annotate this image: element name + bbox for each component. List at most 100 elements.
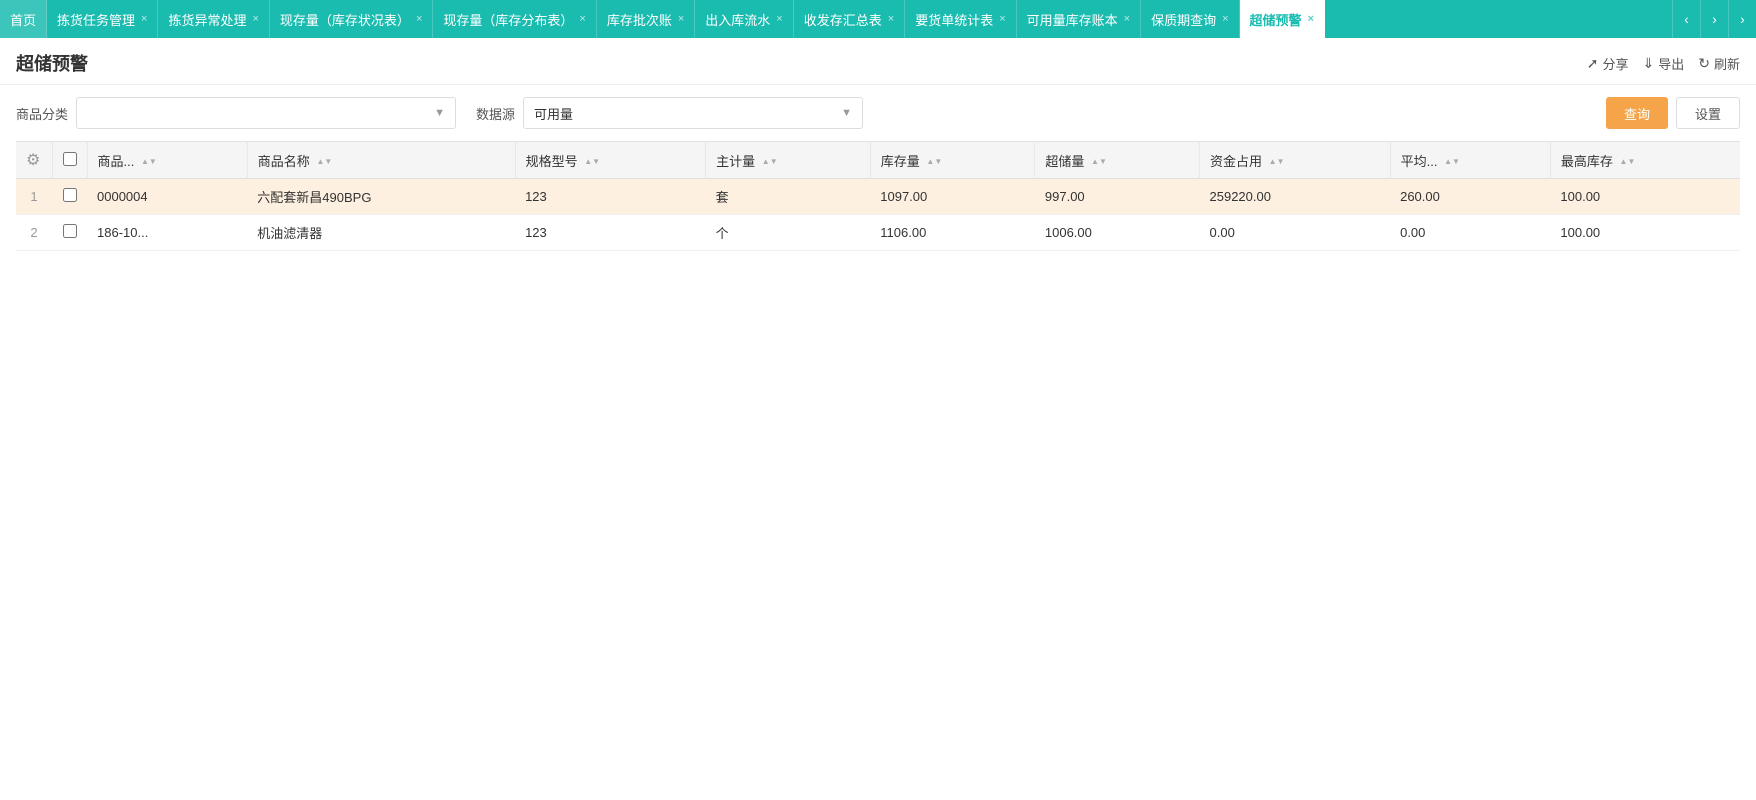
sort-capital-icon[interactable]: ▲▼ xyxy=(1269,158,1285,166)
col-max: 最高库存 ▲▼ xyxy=(1550,142,1740,179)
col-stock: 库存量 ▲▼ xyxy=(870,142,1035,179)
page-header: 超储预警 ➚ 分享 ⇓ 导出 ↻ 刷新 xyxy=(0,38,1756,85)
col-code: 商品... ▲▼ xyxy=(87,142,247,179)
row-over-0: 997.00 xyxy=(1035,179,1200,215)
nav-tab-1[interactable]: 拣货任务管理× xyxy=(47,0,158,38)
row-code-0: 0000004 xyxy=(87,179,247,215)
row-spec-0: 123 xyxy=(515,179,706,215)
col-spec: 规格型号 ▲▼ xyxy=(515,142,706,179)
row-stock-0: 1097.00 xyxy=(870,179,1035,215)
nav-tab-close-7[interactable]: × xyxy=(888,13,894,25)
table-row: 1 0000004 六配套新昌490BPG 123 套 1097.00 997.… xyxy=(16,179,1740,215)
row-num-1: 2 xyxy=(16,215,52,251)
datasource-filter-group: 数据源 可用量 ▼ xyxy=(476,97,863,129)
category-filter-group: 商品分类 ▼ xyxy=(16,97,456,129)
sort-spec-icon[interactable]: ▲▼ xyxy=(584,158,600,166)
nav-tab-close-3[interactable]: × xyxy=(416,13,422,25)
nav-tab-8[interactable]: 要货单统计表× xyxy=(905,0,1016,38)
row-capital-1: 0.00 xyxy=(1200,215,1391,251)
export-icon: ⇓ xyxy=(1643,55,1655,72)
filter-bar: 商品分类 ▼ 数据源 可用量 ▼ 查询 设置 xyxy=(0,85,1756,141)
nav-tab-6[interactable]: 出入库流水× xyxy=(695,0,793,38)
row-unit-0: 套 xyxy=(706,179,871,215)
share-icon: ➚ xyxy=(1587,55,1599,72)
nav-tab-3[interactable]: 现存量（库存状况表）× xyxy=(270,0,433,38)
row-checkbox-cell-0 xyxy=(52,179,87,215)
col-capital: 资金占用 ▲▼ xyxy=(1200,142,1391,179)
query-button[interactable]: 查询 xyxy=(1606,97,1668,129)
sort-avg-icon[interactable]: ▲▼ xyxy=(1444,158,1460,166)
row-over-1: 1006.00 xyxy=(1035,215,1200,251)
col-unit: 主计量 ▲▼ xyxy=(706,142,871,179)
refresh-action[interactable]: ↻ 刷新 xyxy=(1698,54,1740,73)
nav-tab-close-9[interactable]: × xyxy=(1124,13,1130,25)
nav-tab-close-6[interactable]: × xyxy=(776,13,782,25)
nav-tab-close-4[interactable]: × xyxy=(579,13,585,25)
nav-tab-0[interactable]: 首页 xyxy=(0,0,47,38)
nav-tab-5[interactable]: 库存批次账× xyxy=(597,0,695,38)
table-gear-icon[interactable]: ⚙ xyxy=(26,152,40,169)
row-checkbox-0[interactable] xyxy=(63,188,77,202)
nav-tab-close-5[interactable]: × xyxy=(678,13,684,25)
nav-more-btn[interactable]: › xyxy=(1728,0,1756,38)
row-spec-1: 123 xyxy=(515,215,706,251)
col-avg: 平均... ▲▼ xyxy=(1390,142,1550,179)
nav-tab-close-2[interactable]: × xyxy=(252,13,258,25)
category-chevron-icon: ▼ xyxy=(434,107,445,119)
share-label: 分享 xyxy=(1602,54,1628,73)
table-header-row: ⚙ 商品... ▲▼ 商品名称 ▲▼ 规格型号 ▲▼ 主计 xyxy=(16,142,1740,179)
sort-over-icon[interactable]: ▲▼ xyxy=(1091,158,1107,166)
select-all-checkbox[interactable] xyxy=(63,152,77,166)
datasource-chevron-icon: ▼ xyxy=(841,107,852,119)
row-stock-1: 1106.00 xyxy=(870,215,1035,251)
sort-stock-icon[interactable]: ▲▼ xyxy=(926,158,942,166)
row-code-1: 186-10... xyxy=(87,215,247,251)
settings-button[interactable]: 设置 xyxy=(1676,97,1740,129)
category-select[interactable]: ▼ xyxy=(76,97,456,129)
row-capital-0: 259220.00 xyxy=(1200,179,1391,215)
page-actions: ➚ 分享 ⇓ 导出 ↻ 刷新 xyxy=(1587,54,1740,73)
table-wrap: ⚙ 商品... ▲▼ 商品名称 ▲▼ 规格型号 ▲▼ 主计 xyxy=(0,141,1756,251)
category-label: 商品分类 xyxy=(16,104,68,123)
sort-code-icon[interactable]: ▲▼ xyxy=(141,158,157,166)
filter-actions: 查询 设置 xyxy=(1606,97,1740,129)
sort-name-icon[interactable]: ▲▼ xyxy=(316,158,332,166)
row-name-1: 机油滤清器 xyxy=(247,215,515,251)
table-row: 2 186-10... 机油滤清器 123 个 1106.00 1006.00 … xyxy=(16,215,1740,251)
refresh-label: 刷新 xyxy=(1714,54,1740,73)
nav-tab-9[interactable]: 可用量库存账本× xyxy=(1017,0,1141,38)
datasource-select[interactable]: 可用量 ▼ xyxy=(523,97,863,129)
nav-tab-7[interactable]: 收发存汇总表× xyxy=(794,0,905,38)
row-num-0: 1 xyxy=(16,179,52,215)
row-checkbox-cell-1 xyxy=(52,215,87,251)
nav-prev-btn[interactable]: ‹ xyxy=(1672,0,1700,38)
row-max-0: 100.00 xyxy=(1550,179,1740,215)
nav-tab-close-11[interactable]: × xyxy=(1308,13,1314,25)
data-table: ⚙ 商品... ▲▼ 商品名称 ▲▼ 规格型号 ▲▼ 主计 xyxy=(16,141,1740,251)
export-label: 导出 xyxy=(1658,54,1684,73)
col-over: 超储量 ▲▼ xyxy=(1035,142,1200,179)
refresh-icon: ↻ xyxy=(1698,55,1710,72)
row-name-0: 六配套新昌490BPG xyxy=(247,179,515,215)
top-nav-bar: 首页拣货任务管理×拣货异常处理×现存量（库存状况表）×现存量（库存分布表）×库存… xyxy=(0,0,1756,38)
row-checkbox-1[interactable] xyxy=(63,224,77,238)
nav-tab-4[interactable]: 现存量（库存分布表）× xyxy=(433,0,596,38)
sort-unit-icon[interactable]: ▲▼ xyxy=(762,158,778,166)
nav-tab-close-1[interactable]: × xyxy=(141,13,147,25)
nav-tab-close-10[interactable]: × xyxy=(1222,13,1228,25)
row-avg-1: 0.00 xyxy=(1390,215,1550,251)
row-unit-1: 个 xyxy=(706,215,871,251)
nav-tab-2[interactable]: 拣货异常处理× xyxy=(158,0,269,38)
datasource-value: 可用量 xyxy=(534,104,573,123)
export-action[interactable]: ⇓ 导出 xyxy=(1643,54,1685,73)
nav-tab-10[interactable]: 保质期查询× xyxy=(1141,0,1239,38)
col-name: 商品名称 ▲▼ xyxy=(247,142,515,179)
nav-next-btn[interactable]: › xyxy=(1700,0,1728,38)
page-title: 超储预警 xyxy=(16,50,88,76)
col-gear: ⚙ xyxy=(16,142,52,179)
nav-tab-11[interactable]: 超储预警× xyxy=(1240,0,1325,38)
row-avg-0: 260.00 xyxy=(1390,179,1550,215)
share-action[interactable]: ➚ 分享 xyxy=(1587,54,1629,73)
nav-tab-close-8[interactable]: × xyxy=(999,13,1005,25)
sort-max-icon[interactable]: ▲▼ xyxy=(1620,158,1636,166)
